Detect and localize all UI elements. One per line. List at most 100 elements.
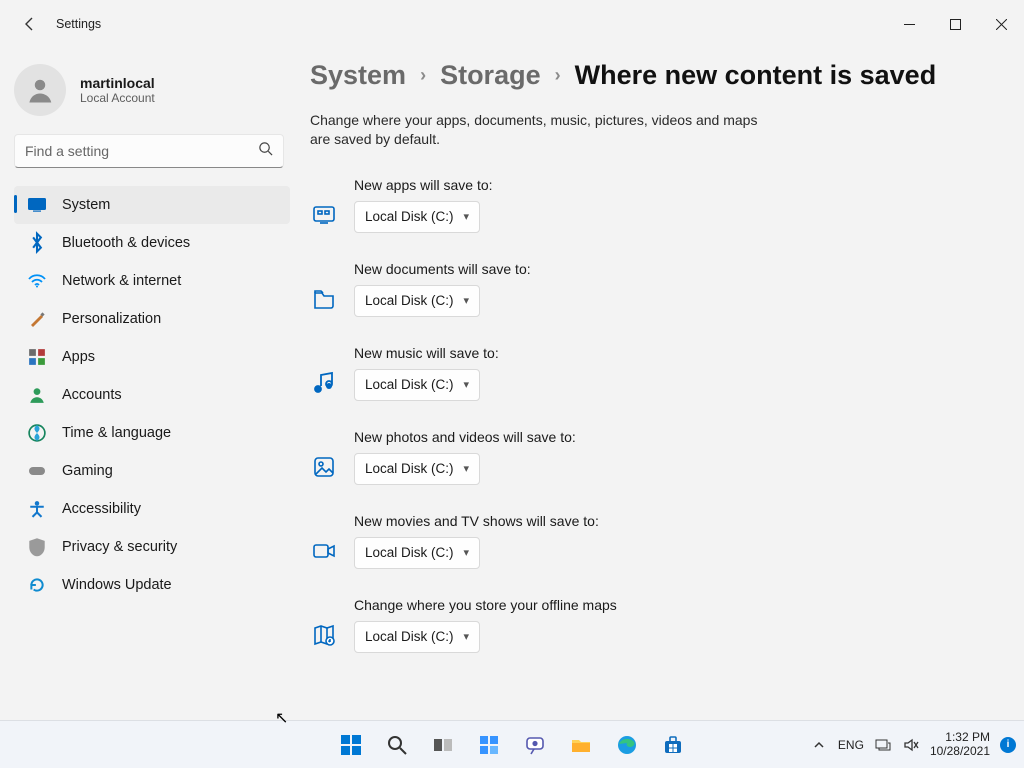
clock[interactable]: 1:32 PM 10/28/2021 <box>930 731 990 759</box>
avatar-icon <box>14 64 66 116</box>
music-icon <box>310 369 338 397</box>
account-type: Local Account <box>80 91 155 105</box>
nav-label: Bluetooth & devices <box>62 235 190 251</box>
chevron-down-icon: ▾ <box>464 546 470 559</box>
maps-location-combo[interactable]: Local Disk (C:) ▾ <box>354 621 480 653</box>
nav-personalization[interactable]: Personalization <box>14 300 290 338</box>
window-title: Settings <box>56 17 101 31</box>
nav-bluetooth[interactable]: Bluetooth & devices <box>14 224 290 262</box>
nav-time[interactable]: Time & language <box>14 414 290 452</box>
combo-value: Local Disk (C:) <box>365 377 454 392</box>
globe-clock-icon <box>28 424 46 442</box>
setting-label: Change where you store your offline maps <box>354 597 617 613</box>
bluetooth-icon <box>28 234 46 252</box>
back-button[interactable] <box>18 12 42 36</box>
nav-list: System Bluetooth & devices Network & int… <box>14 186 290 604</box>
system-tray: ENG 1:32 PM 10/28/2021 i <box>810 731 1024 759</box>
setting-label: New apps will save to: <box>354 177 493 193</box>
edge-button[interactable] <box>607 725 647 765</box>
breadcrumb-current: Where new content is saved <box>575 60 937 91</box>
update-icon <box>28 576 46 594</box>
page-description: Change where your apps, documents, music… <box>310 111 780 149</box>
image-icon <box>310 453 338 481</box>
accessibility-icon <box>28 500 46 518</box>
chat-button[interactable] <box>515 725 555 765</box>
widgets-button[interactable] <box>469 725 509 765</box>
chevron-right-icon: › <box>420 65 426 86</box>
chevron-right-icon: › <box>555 65 561 86</box>
nav-network[interactable]: Network & internet <box>14 262 290 300</box>
explorer-button[interactable] <box>561 725 601 765</box>
close-button[interactable] <box>978 9 1024 39</box>
wifi-icon <box>28 272 46 290</box>
nav-update[interactable]: Windows Update <box>14 566 290 604</box>
nav-system[interactable]: System <box>14 186 290 224</box>
start-button[interactable] <box>331 725 371 765</box>
setting-row-maps: Change where you store your offline maps… <box>310 597 994 653</box>
nav-accounts[interactable]: Accounts <box>14 376 290 414</box>
setting-label: New movies and TV shows will save to: <box>354 513 599 529</box>
main-content: System › Storage › Where new content is … <box>300 48 1024 720</box>
setting-label: New music will save to: <box>354 345 499 361</box>
store-button[interactable] <box>653 725 693 765</box>
nav-label: Network & internet <box>62 273 181 289</box>
nav-label: Accessibility <box>62 501 141 517</box>
sidebar: martinlocal Local Account System Bluetoo… <box>0 48 300 720</box>
combo-value: Local Disk (C:) <box>365 209 454 224</box>
search-icon <box>258 141 273 161</box>
chevron-down-icon: ▾ <box>464 378 470 391</box>
setting-row-music: New music will save to: Local Disk (C:) … <box>310 345 994 401</box>
setting-row-apps: New apps will save to: Local Disk (C:) ▾ <box>310 177 994 233</box>
language-indicator[interactable]: ENG <box>838 738 864 752</box>
movies-location-combo[interactable]: Local Disk (C:) ▾ <box>354 537 480 569</box>
account-block[interactable]: martinlocal Local Account <box>14 64 290 116</box>
nav-label: Accounts <box>62 387 122 403</box>
gamepad-icon <box>28 462 46 480</box>
search-input[interactable] <box>25 143 245 159</box>
nav-label: Privacy & security <box>62 539 177 555</box>
breadcrumb-storage[interactable]: Storage <box>440 60 541 91</box>
tray-overflow[interactable] <box>810 736 828 754</box>
notification-badge[interactable]: i <box>1000 737 1016 753</box>
apps-icon <box>28 348 46 366</box>
task-view[interactable] <box>423 725 463 765</box>
breadcrumb-system[interactable]: System <box>310 60 406 91</box>
maximize-button[interactable] <box>932 9 978 39</box>
shield-icon <box>28 538 46 556</box>
breadcrumb: System › Storage › Where new content is … <box>310 60 994 91</box>
chevron-down-icon: ▾ <box>464 630 470 643</box>
documents-icon <box>310 285 338 313</box>
setting-label: New photos and videos will save to: <box>354 429 576 445</box>
nav-label: Time & language <box>62 425 171 441</box>
combo-value: Local Disk (C:) <box>365 293 454 308</box>
nav-privacy[interactable]: Privacy & security <box>14 528 290 566</box>
chevron-down-icon: ▾ <box>464 462 470 475</box>
system-icon <box>28 196 46 214</box>
tray-date: 10/28/2021 <box>930 745 990 759</box>
account-name: martinlocal <box>80 75 155 91</box>
documents-location-combo[interactable]: Local Disk (C:) ▾ <box>354 285 480 317</box>
setting-row-photos: New photos and videos will save to: Loca… <box>310 429 994 485</box>
search-input-wrapper[interactable] <box>14 134 284 168</box>
photos-location-combo[interactable]: Local Disk (C:) ▾ <box>354 453 480 485</box>
chevron-down-icon: ▾ <box>464 210 470 223</box>
combo-value: Local Disk (C:) <box>365 461 454 476</box>
minimize-button[interactable] <box>886 9 932 39</box>
map-icon <box>310 621 338 649</box>
nav-gaming[interactable]: Gaming <box>14 452 290 490</box>
apps-location-combo[interactable]: Local Disk (C:) ▾ <box>354 201 480 233</box>
volume-tray-icon[interactable] <box>902 736 920 754</box>
setting-row-movies: New movies and TV shows will save to: Lo… <box>310 513 994 569</box>
brush-icon <box>28 310 46 328</box>
nav-apps[interactable]: Apps <box>14 338 290 376</box>
taskbar-search[interactable] <box>377 725 417 765</box>
apps-save-icon <box>310 201 338 229</box>
tray-time: 1:32 PM <box>930 731 990 745</box>
nav-accessibility[interactable]: Accessibility <box>14 490 290 528</box>
setting-row-documents: New documents will save to: Local Disk (… <box>310 261 994 317</box>
person-icon <box>28 386 46 404</box>
nav-label: Windows Update <box>62 577 172 593</box>
network-tray-icon[interactable] <box>874 736 892 754</box>
nav-label: Apps <box>62 349 95 365</box>
music-location-combo[interactable]: Local Disk (C:) ▾ <box>354 369 480 401</box>
